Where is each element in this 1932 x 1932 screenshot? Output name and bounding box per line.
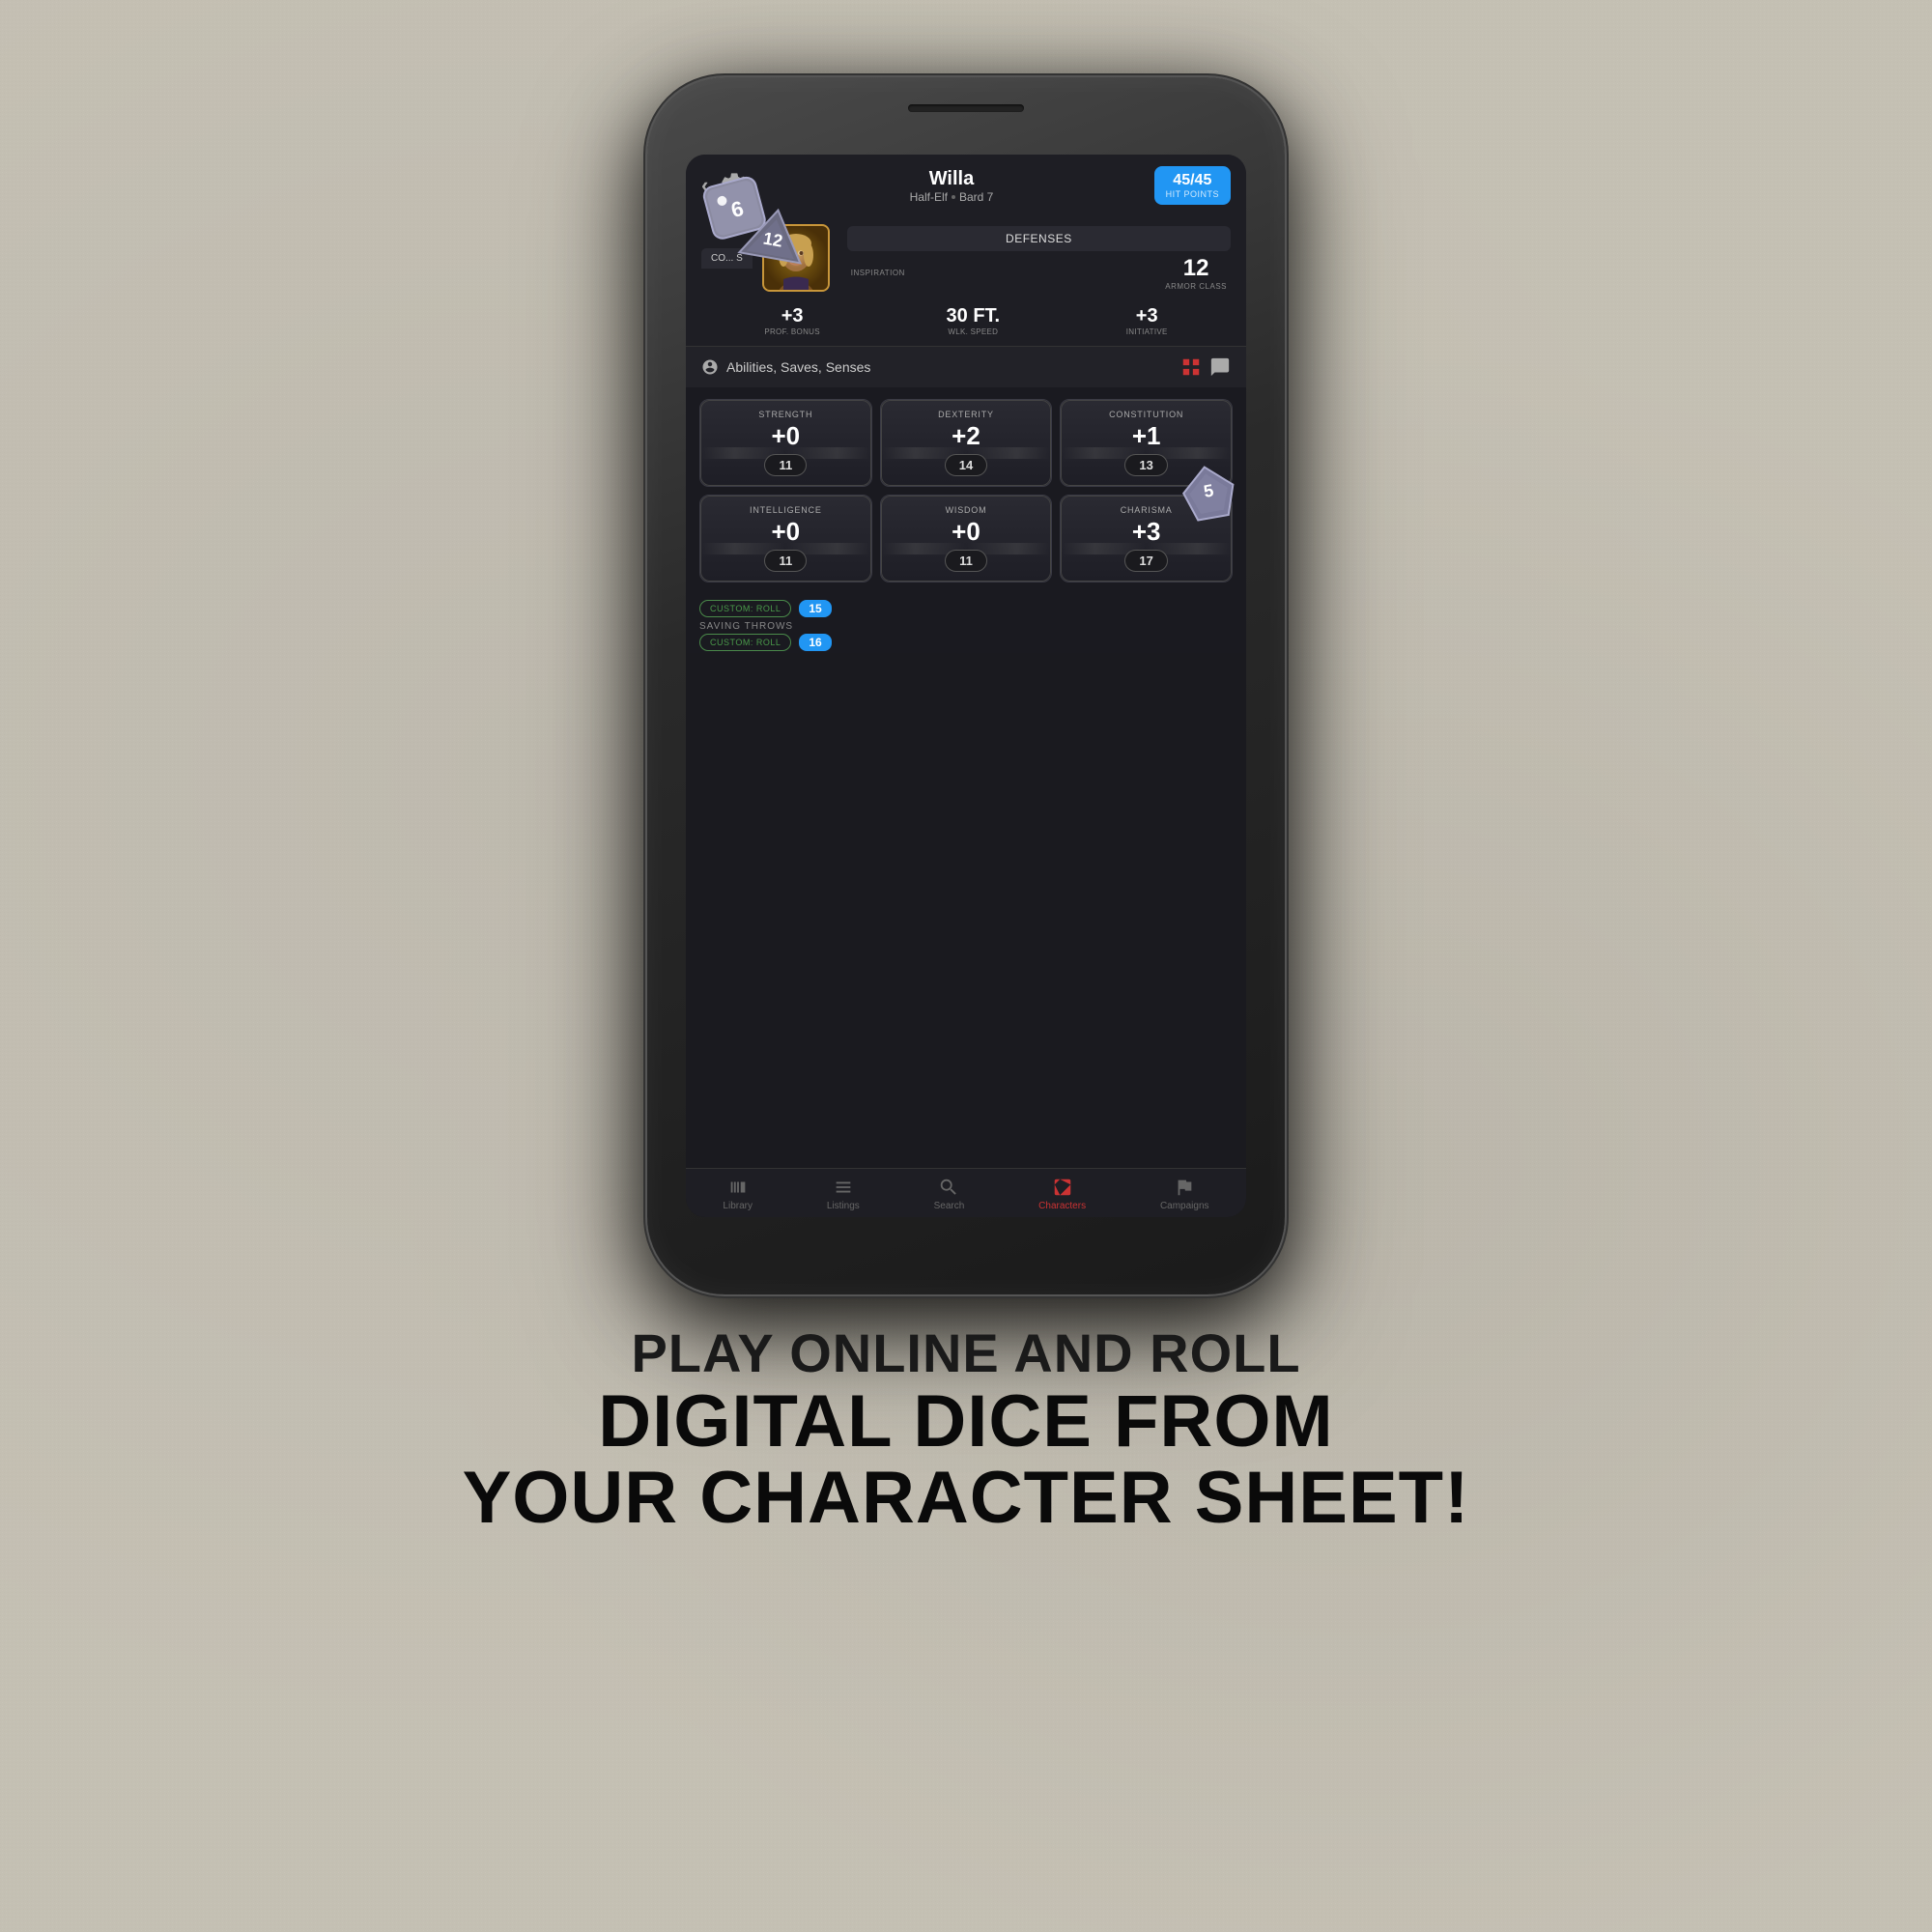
- hp-label: HIT POINTS: [1166, 189, 1219, 199]
- custom-roll-3: CUSTOM: ROLL 16: [699, 634, 1233, 651]
- dexterity-score: 14: [945, 454, 987, 476]
- prof-bonus-stat: +3 PROF. BONUS: [764, 305, 820, 336]
- walk-speed-stat: 30 FT. WLK. SPEED: [947, 305, 1001, 336]
- intelligence-score: 11: [764, 550, 807, 572]
- die-d8-overlay: 5: [1173, 457, 1246, 534]
- custom-roll-btn-2[interactable]: CUSTOM: ROLL: [699, 634, 791, 651]
- grid-view-icon[interactable]: [1180, 356, 1202, 378]
- promo-line2b: YOUR CHARACTER SHEET!: [463, 1460, 1470, 1537]
- roll-value-2: 16: [799, 634, 831, 651]
- intelligence-modifier: +0: [708, 519, 864, 544]
- nav-library-label: Library: [723, 1201, 753, 1211]
- wisdom-card[interactable]: WISDOM +0 11: [880, 495, 1053, 582]
- charisma-card[interactable]: 5 CHARISMA +3 17: [1060, 495, 1233, 582]
- character-name: Willa: [758, 168, 1144, 190]
- abilities-section-header: Abilities, Saves, Senses: [686, 347, 1246, 387]
- nav-search[interactable]: Search: [934, 1177, 965, 1211]
- abilities-icon: [701, 358, 719, 376]
- character-info: Willa Half-Elf Bard 7: [758, 168, 1144, 204]
- custom-roll-1: CUSTOM: ROLL 15: [699, 600, 1233, 617]
- chat-icon[interactable]: [1209, 356, 1231, 378]
- intelligence-label: INTELLIGENCE: [708, 505, 864, 515]
- hp-value: 45/45: [1166, 172, 1219, 189]
- armor-class-label: ARMOR CLASS: [1165, 282, 1227, 291]
- nav-library[interactable]: Library: [723, 1177, 753, 1211]
- inspiration-label: INSPIRATION: [851, 269, 905, 277]
- defenses-button[interactable]: DEFENSES: [847, 226, 1231, 251]
- constitution-label: CONSTITUTION: [1068, 410, 1224, 419]
- listings-icon: [833, 1177, 854, 1198]
- abilities-grid: STRENGTH +0 11 DEXTERITY +2 14 CONSTITUT…: [686, 387, 1246, 594]
- nav-listings-label: Listings: [827, 1201, 860, 1211]
- constitution-modifier: +1: [1068, 423, 1224, 448]
- strength-modifier: +0: [708, 423, 864, 448]
- charisma-score: 17: [1124, 550, 1167, 572]
- custom-rolls-area: CUSTOM: ROLL 15 SAVING THROWS CUSTOM: RO…: [686, 594, 1246, 653]
- search-icon: [938, 1177, 959, 1198]
- nav-search-label: Search: [934, 1201, 965, 1211]
- campaigns-icon: [1174, 1177, 1195, 1198]
- library-icon: [727, 1177, 749, 1198]
- hp-badge: 45/45 HIT POINTS: [1154, 166, 1231, 205]
- svg-text:12: 12: [761, 229, 783, 251]
- prof-bonus-value: +3: [764, 305, 820, 327]
- abilities-title: Abilities, Saves, Senses: [701, 358, 870, 376]
- portrait-area: CO... S: [686, 216, 1246, 299]
- strength-label: STRENGTH: [708, 410, 864, 419]
- bottom-navigation: Library Listings Search: [686, 1168, 1246, 1217]
- prof-bonus-label: PROF. BONUS: [764, 327, 820, 336]
- initiative-value: +3: [1126, 305, 1168, 327]
- dexterity-card[interactable]: DEXTERITY +2 14: [880, 399, 1053, 487]
- nav-characters-label: Characters: [1038, 1201, 1086, 1211]
- dexterity-modifier: +2: [889, 423, 1044, 448]
- walk-speed-value: 30 FT.: [947, 305, 1001, 327]
- roll-value-1: 15: [799, 600, 831, 617]
- armor-class-value: 12: [1165, 255, 1227, 282]
- dexterity-label: DEXTERITY: [889, 410, 1044, 419]
- nav-characters[interactable]: Characters: [1038, 1177, 1086, 1211]
- wisdom-label: WISDOM: [889, 505, 1044, 515]
- mini-stats-row: +3 PROF. BONUS 30 FT. WLK. SPEED +3 INIT…: [686, 299, 1246, 347]
- initiative-label: INITIATIVE: [1126, 327, 1168, 336]
- character-class: Half-Elf Bard 7: [758, 190, 1144, 204]
- nav-campaigns[interactable]: Campaigns: [1160, 1177, 1209, 1211]
- intelligence-card[interactable]: INTELLIGENCE +0 11: [699, 495, 872, 582]
- strength-score: 11: [764, 454, 807, 476]
- custom-label-1: CUSTOM: ROLL: [710, 604, 781, 613]
- wisdom-modifier: +0: [889, 519, 1044, 544]
- app-screen: ‹ Willa Half-Elf Bard 7 45/45 HIT POINTS: [686, 155, 1246, 1217]
- nav-campaigns-label: Campaigns: [1160, 1201, 1209, 1211]
- promo-line1: PLAY ONLINE AND ROLL: [463, 1323, 1470, 1383]
- characters-icon: [1052, 1177, 1073, 1198]
- die-d20-overlay: 12: [726, 199, 817, 294]
- custom-label-2: CUSTOM: ROLL: [710, 638, 781, 647]
- section-icons: [1180, 356, 1231, 378]
- walk-speed-label: WLK. SPEED: [947, 327, 1001, 336]
- wisdom-score: 11: [945, 550, 987, 572]
- phone-mockup: ‹ Willa Half-Elf Bard 7 45/45 HIT POINTS: [647, 77, 1285, 1294]
- phone-frame: ‹ Willa Half-Elf Bard 7 45/45 HIT POINTS: [647, 77, 1285, 1294]
- saving-throws-label: SAVING THROWS: [699, 621, 793, 632]
- custom-roll-2: SAVING THROWS: [699, 621, 1233, 632]
- promo-line2a: DIGITAL DICE FROM: [463, 1383, 1470, 1461]
- constitution-score: 13: [1124, 454, 1167, 476]
- strength-card[interactable]: STRENGTH +0 11: [699, 399, 872, 487]
- initiative-stat: +3 INITIATIVE: [1126, 305, 1168, 336]
- nav-listings[interactable]: Listings: [827, 1177, 860, 1211]
- custom-roll-btn-1[interactable]: CUSTOM: ROLL: [699, 600, 791, 617]
- promo-section: PLAY ONLINE AND ROLL DIGITAL DICE FROM Y…: [463, 1323, 1470, 1537]
